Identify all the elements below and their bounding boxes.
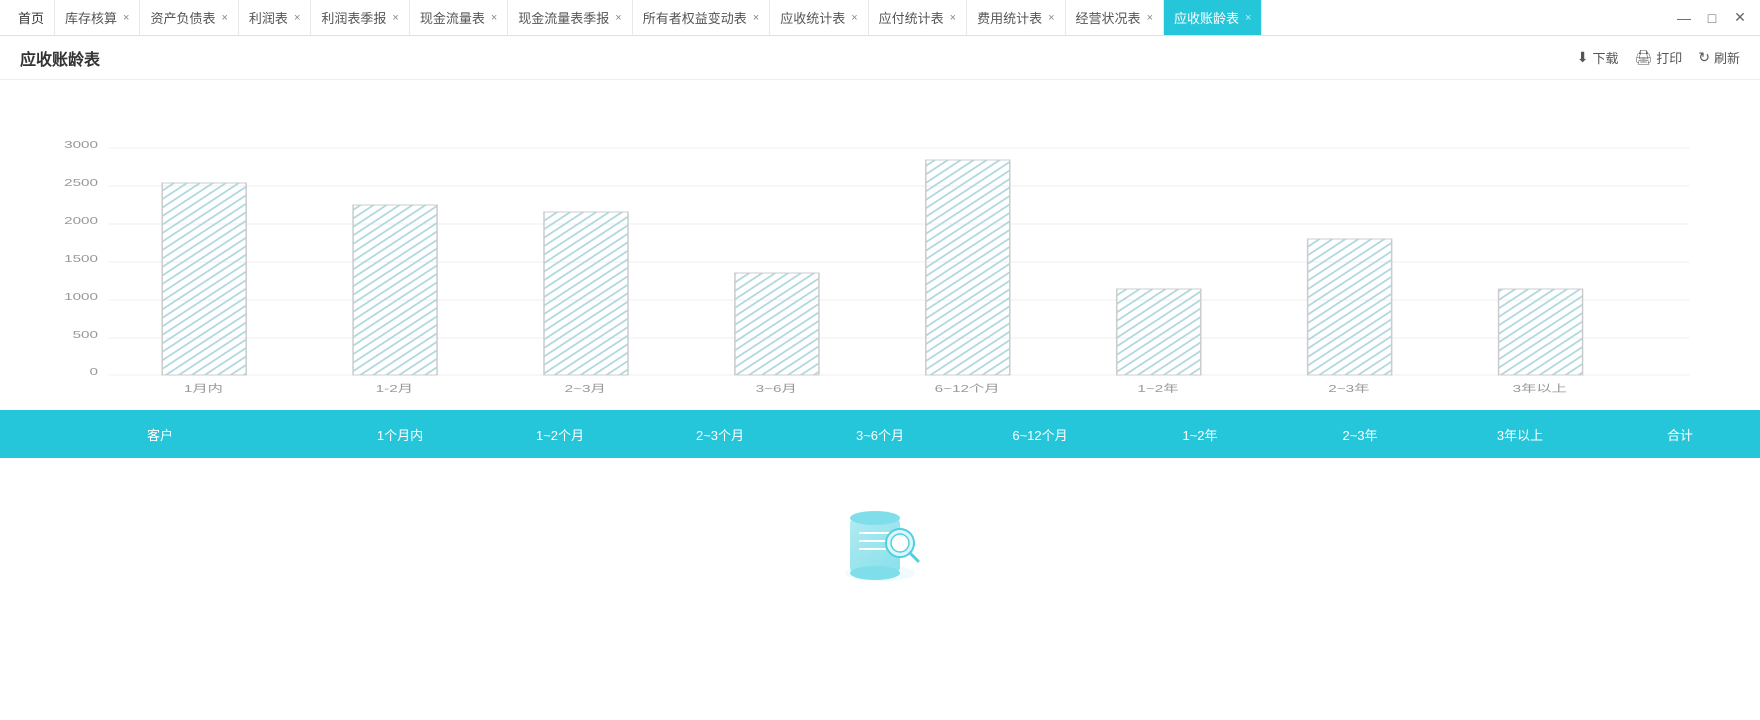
svg-text:1-2月: 1-2月 [376,383,413,395]
svg-text:3年以上: 3年以上 [1513,383,1567,395]
refresh-button[interactable]: ↻ 刷新 [1698,48,1740,67]
close-icon[interactable]: × [615,12,621,24]
tab-balance[interactable]: 资产负债表 × [140,0,238,35]
th-1month: 1个月内 [320,425,480,444]
print-icon: 🖨 [1634,49,1652,66]
chart-area: 0 500 1000 1500 2000 2500 3000 [0,80,1760,410]
print-button[interactable]: 🖨 打印 [1634,48,1682,67]
svg-text:1月内: 1月内 [184,383,223,395]
window-controls: — □ ✕ [1672,6,1752,30]
close-icon[interactable]: × [221,12,227,24]
close-window-button[interactable]: ✕ [1728,6,1752,30]
close-icon[interactable]: × [123,12,129,24]
download-icon: ⬇ [1577,49,1589,66]
tab-operations[interactable]: 经营状况表 × [1066,0,1164,35]
close-icon[interactable]: × [392,12,398,24]
minimize-button[interactable]: — [1672,6,1696,30]
close-icon[interactable]: × [753,12,759,24]
svg-text:6~12个月: 6~12个月 [935,383,1000,395]
bar-1-2year [1117,289,1201,375]
tab-inventory[interactable]: 库存核算 × [55,0,140,35]
bar-2-3year [1308,239,1392,375]
th-3-6month: 3~6个月 [800,425,960,444]
tab-expense-stats[interactable]: 费用统计表 × [967,0,1065,35]
th-2-3month: 2~3个月 [640,425,800,444]
th-customer: 客户 [0,425,320,444]
empty-illustration [830,498,930,578]
table-header: 客户 1个月内 1~2个月 2~3个月 3~6个月 6~12个月 1~2年 2~… [0,410,1760,458]
tab-cashflow[interactable]: 现金流量表 × [410,0,508,35]
close-icon[interactable]: × [1245,12,1251,24]
close-icon[interactable]: × [1147,12,1153,24]
th-1-2year: 1~2年 [1120,425,1280,444]
tab-ar-stats[interactable]: 应收统计表 × [770,0,868,35]
bar-2-3month [544,212,628,375]
svg-text:2000: 2000 [64,215,98,227]
th-3plus: 3年以上 [1440,425,1600,444]
refresh-icon: ↻ [1698,49,1710,66]
maximize-button[interactable]: □ [1700,6,1724,30]
close-icon[interactable]: × [294,12,300,24]
tab-home[interactable]: 首页 [8,0,55,35]
svg-text:1~2年: 1~2年 [1137,383,1178,395]
bar-3plus-year [1499,289,1583,375]
bar-1month [162,183,246,375]
close-icon[interactable]: × [1048,12,1054,24]
bar-3-6month [735,273,819,375]
tab-bar: 首页 库存核算 × 资产负债表 × 利润表 × 利润表季报 × 现金流量表 × … [0,0,1760,36]
svg-text:1500: 1500 [64,253,98,265]
close-icon[interactable]: × [950,12,956,24]
svg-text:2~3月: 2~3月 [565,383,606,395]
tab-cashflow-quarterly[interactable]: 现金流量表季报 × [508,0,632,35]
bar-1-2month [353,205,437,375]
tab-ap-stats[interactable]: 应付统计表 × [869,0,967,35]
download-button[interactable]: ⬇ 下载 [1577,48,1619,67]
bar-6-12month [926,160,1010,375]
svg-text:2500: 2500 [64,177,98,189]
tab-equity[interactable]: 所有者权益变动表 × [633,0,770,35]
th-1-2month: 1~2个月 [480,425,640,444]
svg-text:500: 500 [73,329,98,341]
close-icon[interactable]: × [491,12,497,24]
header-actions: ⬇ 下载 🖨 打印 ↻ 刷新 [1577,48,1740,67]
bar-chart: 0 500 1000 1500 2000 2500 3000 [40,100,1720,400]
svg-text:0: 0 [90,366,98,378]
tab-profit-quarterly[interactable]: 利润表季报 × [311,0,409,35]
page-title: 应收账龄表 [20,46,100,70]
chart-svg: 0 500 1000 1500 2000 2500 3000 [40,100,1720,400]
svg-text:3000: 3000 [64,139,98,151]
close-icon[interactable]: × [851,12,857,24]
th-total: 合计 [1600,425,1760,444]
svg-text:1000: 1000 [64,291,98,303]
empty-state [0,458,1760,578]
page-header: 应收账龄表 ⬇ 下载 🖨 打印 ↻ 刷新 [0,36,1760,80]
tab-ar-aging[interactable]: 应收账龄表 × [1164,0,1262,35]
svg-text:2~3年: 2~3年 [1328,383,1369,395]
th-2-3year: 2~3年 [1280,425,1440,444]
th-6-12month: 6~12个月 [960,425,1120,444]
tab-profit[interactable]: 利润表 × [239,0,311,35]
svg-text:3~6月: 3~6月 [756,383,797,395]
main-content: 0 500 1000 1500 2000 2500 3000 [0,80,1760,720]
